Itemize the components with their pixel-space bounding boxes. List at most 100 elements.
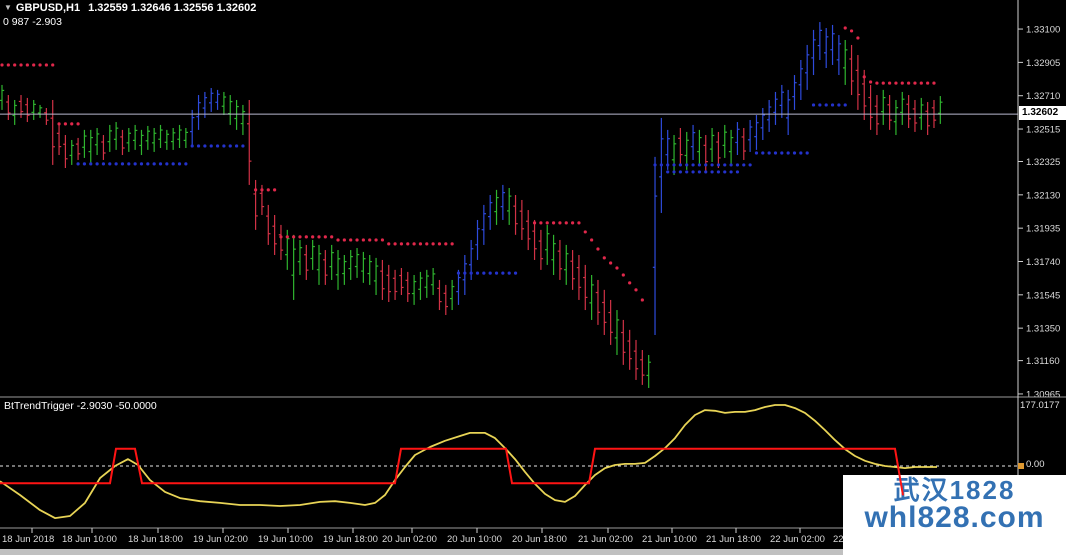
red-trend-dot (336, 238, 339, 241)
red-trend-dot (45, 63, 48, 66)
red-trend-dot (355, 238, 358, 241)
blue-trend-dot (723, 170, 726, 173)
time-axis-label: 19 Jun 02:00 (193, 534, 248, 545)
red-trend-dot (330, 235, 333, 238)
blue-trend-dot (216, 144, 219, 147)
blue-trend-dot (710, 170, 713, 173)
blue-trend-dot (698, 163, 701, 166)
blue-trend-dot (146, 162, 149, 165)
blue-trend-dot (178, 162, 181, 165)
price-axis-label: 1.31350 (1026, 324, 1060, 335)
price-axis-label: 1.31160 (1026, 356, 1060, 367)
blue-trend-dot (768, 151, 771, 154)
blue-trend-dot (457, 272, 460, 275)
red-trend-dot (590, 238, 593, 241)
time-axis-label: 18 Jun 18:00 (128, 534, 183, 545)
blue-trend-dot (666, 170, 669, 173)
blue-trend-dot (723, 163, 726, 166)
red-trend-dot (76, 122, 79, 125)
blue-trend-dot (165, 162, 168, 165)
red-trend-dot (406, 242, 409, 245)
time-axis: 18 Jun 201818 Jun 10:0018 Jun 18:0019 Ju… (2, 528, 888, 545)
price-axis-label: 1.31545 (1026, 290, 1060, 301)
blue-trend-dot (806, 151, 809, 154)
blue-trend-dot (514, 272, 517, 275)
blue-trend-dot (672, 163, 675, 166)
red-trend-dot (260, 188, 263, 191)
red-trend-dot (343, 238, 346, 241)
blue-trend-dot (742, 163, 745, 166)
red-trend-dot (400, 242, 403, 245)
red-trend-dot (552, 221, 555, 224)
price-axis-label: 1.32710 (1026, 91, 1060, 102)
red-trend-dot (286, 235, 289, 238)
time-axis-label: 20 Jun 18:00 (512, 534, 567, 545)
price-axis-label: 1.33100 (1026, 25, 1060, 36)
blue-trend-dot (83, 162, 86, 165)
time-axis-label: 22 Jun 02:00 (770, 534, 825, 545)
red-trend-dot (305, 235, 308, 238)
mt4-chart-window[interactable]: 1.331001.329051.327101.325151.323251.321… (0, 0, 1066, 555)
red-trend-dot (51, 63, 54, 66)
blue-trend-dot (184, 162, 187, 165)
price-axis: 1.331001.329051.327101.325151.323251.321… (1018, 25, 1060, 401)
red-trend-dot (844, 26, 847, 29)
market-watch-triangle-icon: ▼ (4, 3, 12, 12)
red-trend-dot (907, 81, 910, 84)
red-trend-dot (603, 256, 606, 259)
blue-trend-dot (710, 163, 713, 166)
red-trend-dot (349, 238, 352, 241)
blue-trend-dot (691, 170, 694, 173)
blue-trend-dot (780, 151, 783, 154)
blue-trend-dot (825, 103, 828, 106)
red-trend-dot (932, 81, 935, 84)
blue-trend-dot (704, 170, 707, 173)
blue-trend-dot (660, 163, 663, 166)
red-trend-dot (584, 230, 587, 233)
red-trend-dot (863, 75, 866, 78)
red-trend-dot (920, 81, 923, 84)
red-trend-dot (413, 242, 416, 245)
red-trend-dot (273, 188, 276, 191)
red-trend-dot (324, 235, 327, 238)
subwindow-indicator-title: BtTrendTrigger -2.9030 -50.0000 (4, 400, 157, 412)
red-trend-dot (546, 221, 549, 224)
red-trend-dot (926, 81, 929, 84)
blue-trend-dot (679, 170, 682, 173)
red-trend-dot (539, 221, 542, 224)
blue-trend-dot (666, 163, 669, 166)
blue-trend-dot (787, 151, 790, 154)
price-axis-label: 1.32905 (1026, 58, 1060, 69)
chart-plot-area[interactable]: 1.331001.329051.327101.325151.323251.321… (0, 0, 1066, 555)
blue-trend-dot (508, 272, 511, 275)
blue-trend-dot (818, 103, 821, 106)
blue-trend-dot (736, 163, 739, 166)
red-trend-dot (571, 221, 574, 224)
blue-trend-dot (203, 144, 206, 147)
blue-trend-dot (463, 272, 466, 275)
red-trend-dot (641, 298, 644, 301)
red-trend-dot (432, 242, 435, 245)
blue-trend-dot (793, 151, 796, 154)
price-axis-label: 1.30965 (1026, 389, 1060, 400)
red-trend-dot (292, 235, 295, 238)
chart-header: ▼GBPUSD,H11.32559 1.32646 1.32556 1.3260… (4, 2, 256, 14)
red-trend-dot (615, 266, 618, 269)
blue-trend-dot (844, 103, 847, 106)
current-price-tag: 1.32602 (1019, 106, 1066, 120)
blue-trend-dot (730, 163, 733, 166)
blue-trend-dot (495, 272, 498, 275)
red-trend-dot (279, 235, 282, 238)
blue-trend-dot (837, 103, 840, 106)
watermark-line1: 武汉1828 (843, 476, 1066, 504)
blue-trend-dot (241, 144, 244, 147)
price-axis-label: 1.31740 (1026, 257, 1060, 268)
blue-trend-dot (812, 103, 815, 106)
blue-trend-dot (831, 103, 834, 106)
red-trend-dot (888, 81, 891, 84)
blue-trend-dot (89, 162, 92, 165)
blue-trend-dot (755, 151, 758, 154)
blue-trend-dot (127, 162, 130, 165)
blue-trend-dot (799, 151, 802, 154)
watermark: 武汉1828 whl828.com (843, 475, 1066, 555)
